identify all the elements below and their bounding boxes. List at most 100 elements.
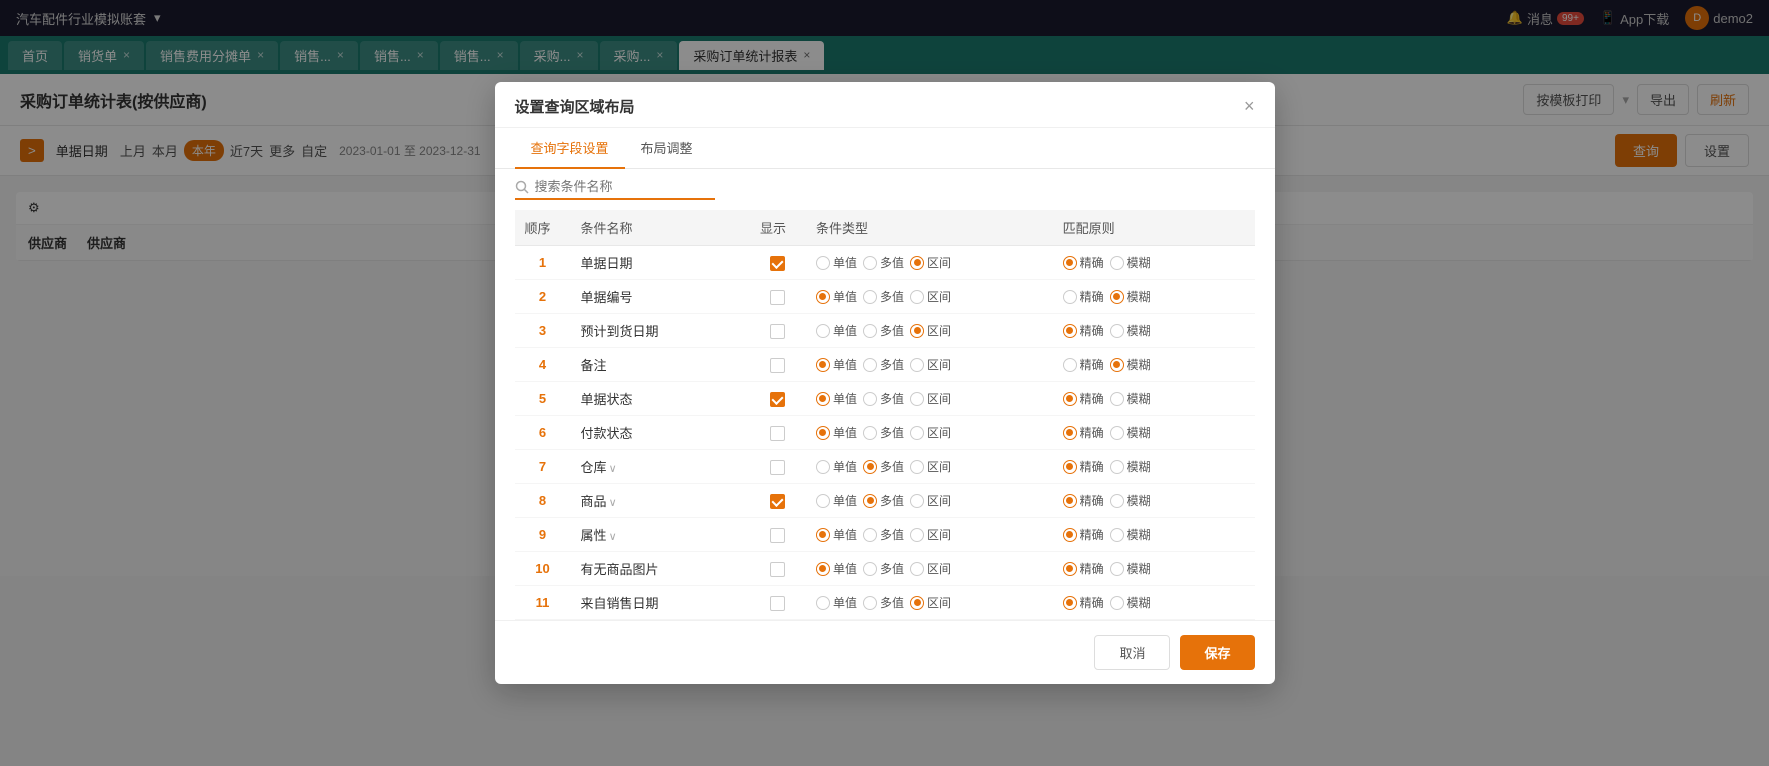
match-radio-精确[interactable]: 精确	[1063, 288, 1104, 305]
type-radio-多值[interactable]: 多值	[863, 492, 904, 509]
row-display[interactable]	[750, 246, 806, 280]
row-display[interactable]	[750, 348, 806, 382]
display-checkbox[interactable]	[770, 324, 785, 339]
type-radio-多值[interactable]: 多值	[863, 594, 904, 611]
match-radio-精确[interactable]: 精确	[1063, 322, 1104, 339]
match-radio-精确[interactable]: 精确	[1063, 594, 1104, 611]
row-name: 商品∨	[571, 484, 750, 518]
radio-indicator	[1063, 392, 1077, 406]
row-match: 精确模糊	[1053, 314, 1255, 348]
display-checkbox[interactable]	[770, 426, 785, 441]
display-checkbox[interactable]	[770, 290, 785, 305]
radio-indicator	[816, 290, 830, 304]
type-radio-多值[interactable]: 多值	[863, 322, 904, 339]
save-button[interactable]: 保存	[1180, 635, 1254, 670]
match-radio-模糊[interactable]: 模糊	[1110, 288, 1151, 305]
match-radio-模糊[interactable]: 模糊	[1110, 526, 1151, 543]
type-radio-区间[interactable]: 区间	[910, 594, 951, 611]
display-checkbox[interactable]	[770, 562, 785, 577]
search-input[interactable]	[535, 179, 695, 194]
type-radio-区间[interactable]: 区间	[910, 322, 951, 339]
type-radio-多值[interactable]: 多值	[863, 560, 904, 577]
type-radio-单值[interactable]: 单值	[816, 254, 857, 271]
match-radio-精确[interactable]: 精确	[1063, 560, 1104, 577]
match-radio-模糊[interactable]: 模糊	[1110, 390, 1151, 407]
type-radio-区间[interactable]: 区间	[910, 288, 951, 305]
display-checkbox[interactable]	[770, 596, 785, 611]
dialog-tab-layout[interactable]: 布局调整	[625, 128, 709, 169]
radio-indicator	[863, 358, 877, 372]
display-checkbox[interactable]	[770, 358, 785, 373]
type-radio-单值[interactable]: 单值	[816, 390, 857, 407]
type-radio-单值[interactable]: 单值	[816, 424, 857, 441]
type-radio-区间[interactable]: 区间	[910, 458, 951, 475]
type-radio-区间[interactable]: 区间	[910, 356, 951, 373]
match-radio-精确[interactable]: 精确	[1063, 424, 1104, 441]
match-radio-模糊[interactable]: 模糊	[1110, 594, 1151, 611]
table-row: 6付款状态单值多值区间精确模糊	[515, 416, 1255, 450]
type-radio-区间[interactable]: 区间	[910, 560, 951, 577]
row-display[interactable]	[750, 586, 806, 620]
match-radio-精确[interactable]: 精确	[1063, 356, 1104, 373]
display-checkbox[interactable]	[770, 528, 785, 543]
row-order: 1	[515, 246, 571, 280]
match-radio-模糊[interactable]: 模糊	[1110, 254, 1151, 271]
display-checkbox[interactable]	[770, 392, 785, 407]
type-radio-单值[interactable]: 单值	[816, 322, 857, 339]
display-checkbox[interactable]	[770, 460, 785, 475]
match-radio-模糊[interactable]: 模糊	[1110, 424, 1151, 441]
type-radio-单值[interactable]: 单值	[816, 594, 857, 611]
match-radio-精确[interactable]: 精确	[1063, 526, 1104, 543]
type-radio-单值[interactable]: 单值	[816, 458, 857, 475]
row-display[interactable]	[750, 416, 806, 450]
type-radio-group: 单值多值区间	[816, 424, 1043, 441]
row-display[interactable]	[750, 450, 806, 484]
type-radio-单值[interactable]: 单值	[816, 560, 857, 577]
type-radio-多值[interactable]: 多值	[863, 254, 904, 271]
display-checkbox[interactable]	[770, 494, 785, 509]
type-radio-多值[interactable]: 多值	[863, 390, 904, 407]
type-radio-单值[interactable]: 单值	[816, 492, 857, 509]
display-checkbox[interactable]	[770, 256, 785, 271]
radio-indicator	[863, 290, 877, 304]
row-display[interactable]	[750, 484, 806, 518]
radio-indicator	[1110, 256, 1124, 270]
cancel-button[interactable]: 取消	[1094, 635, 1170, 670]
type-radio-多值[interactable]: 多值	[863, 356, 904, 373]
radio-label: 模糊	[1127, 492, 1151, 509]
row-display[interactable]	[750, 518, 806, 552]
row-display[interactable]	[750, 552, 806, 586]
type-radio-单值[interactable]: 单值	[816, 356, 857, 373]
match-radio-精确[interactable]: 精确	[1063, 390, 1104, 407]
type-radio-区间[interactable]: 区间	[910, 424, 951, 441]
row-display[interactable]	[750, 314, 806, 348]
type-radio-区间[interactable]: 区间	[910, 254, 951, 271]
radio-indicator	[910, 426, 924, 440]
radio-indicator	[910, 562, 924, 576]
match-radio-模糊[interactable]: 模糊	[1110, 322, 1151, 339]
type-radio-多值[interactable]: 多值	[863, 424, 904, 441]
row-display[interactable]	[750, 280, 806, 314]
type-radio-多值[interactable]: 多值	[863, 288, 904, 305]
radio-indicator	[816, 528, 830, 542]
match-radio-模糊[interactable]: 模糊	[1110, 560, 1151, 577]
match-radio-模糊[interactable]: 模糊	[1110, 458, 1151, 475]
type-radio-多值[interactable]: 多值	[863, 458, 904, 475]
match-radio-模糊[interactable]: 模糊	[1110, 492, 1151, 509]
type-radio-单值[interactable]: 单值	[816, 526, 857, 543]
match-radio-精确[interactable]: 精确	[1063, 458, 1104, 475]
type-radio-区间[interactable]: 区间	[910, 492, 951, 509]
table-row: 4备注单值多值区间精确模糊	[515, 348, 1255, 382]
type-radio-多值[interactable]: 多值	[863, 526, 904, 543]
match-radio-模糊[interactable]: 模糊	[1110, 356, 1151, 373]
match-radio-精确[interactable]: 精确	[1063, 492, 1104, 509]
radio-indicator	[910, 528, 924, 542]
type-radio-区间[interactable]: 区间	[910, 390, 951, 407]
type-radio-区间[interactable]: 区间	[910, 526, 951, 543]
type-radio-单值[interactable]: 单值	[816, 288, 857, 305]
dialog-close-button[interactable]: ×	[1244, 96, 1255, 117]
table-row: 1单据日期单值多值区间精确模糊	[515, 246, 1255, 280]
match-radio-精确[interactable]: 精确	[1063, 254, 1104, 271]
dialog-tab-query-fields[interactable]: 查询字段设置	[515, 128, 625, 169]
row-display[interactable]	[750, 382, 806, 416]
